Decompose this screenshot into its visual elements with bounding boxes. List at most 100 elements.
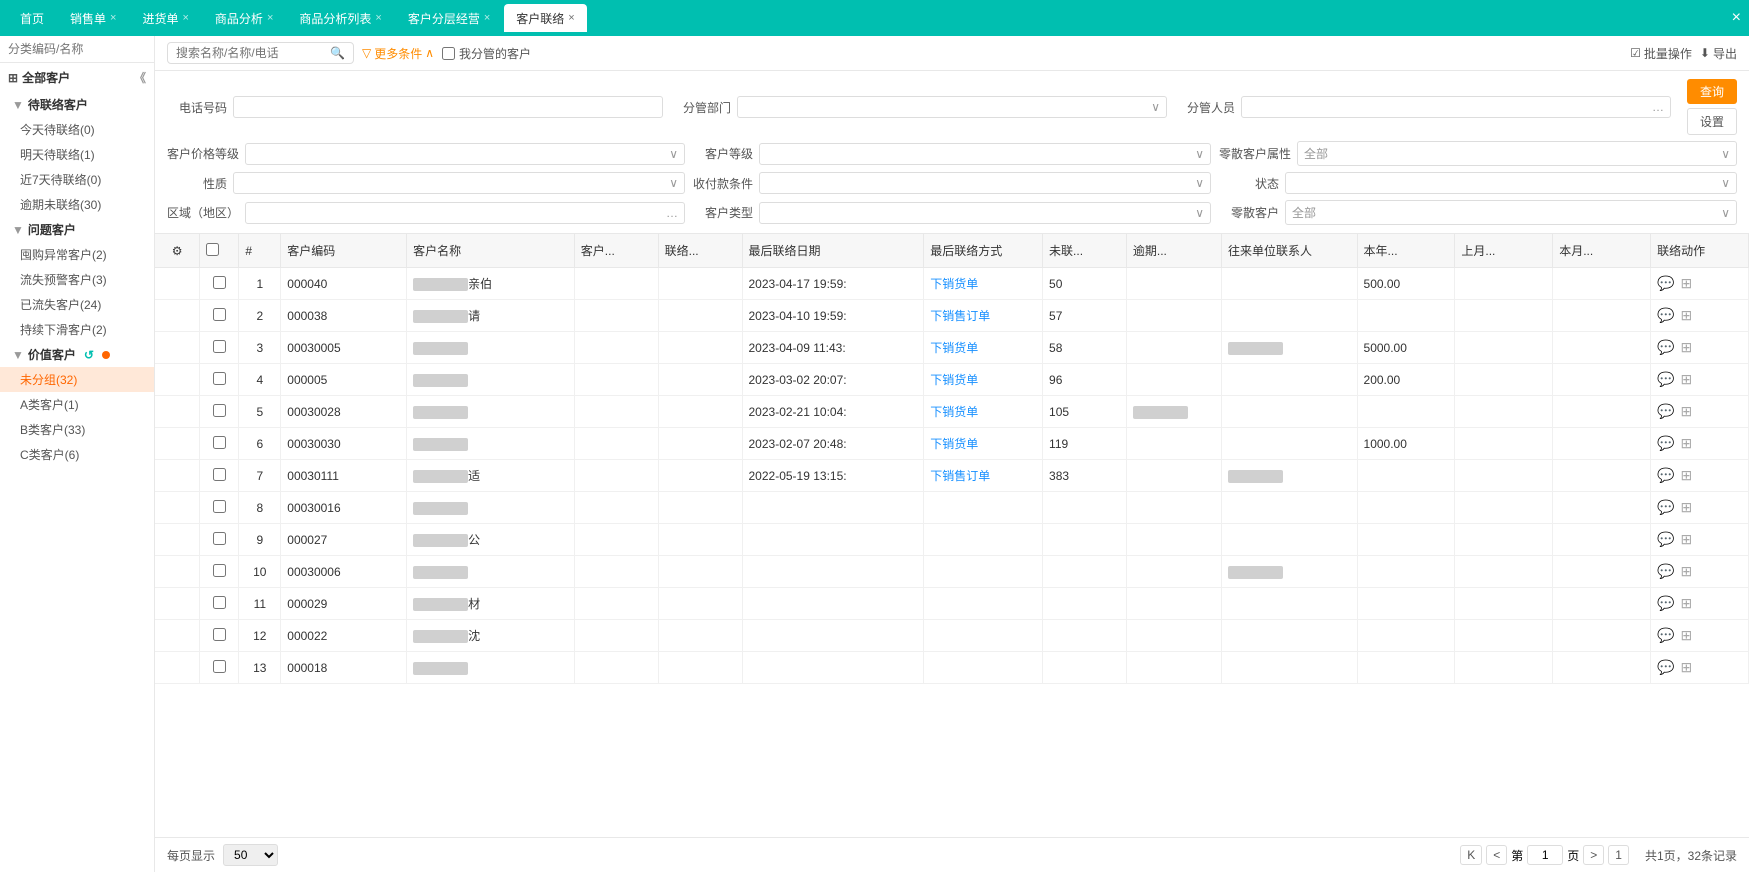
row-last-way[interactable]: [924, 492, 1043, 524]
sidebar-item-overdue[interactable]: 逾期未联络(30): [0, 192, 154, 217]
select-all-checkbox[interactable]: [206, 243, 219, 256]
grid-action-icon[interactable]: ⊞: [1681, 531, 1693, 548]
sidebar-item-declining[interactable]: 持续下滑客户(2): [0, 317, 154, 342]
sidebar-item-hoard-abnormal[interactable]: 囤购异常客户(2): [0, 242, 154, 267]
last-way-link[interactable]: 下销货单: [930, 405, 978, 419]
pending-group[interactable]: ▼ 待联络客户: [0, 92, 154, 117]
col-this-month[interactable]: 本月...: [1553, 234, 1651, 268]
tab-customer-layer[interactable]: 客户分层经营 ×: [396, 4, 502, 32]
chat-icon[interactable]: 💬: [1657, 659, 1674, 676]
last-way-link[interactable]: 下销售订单: [930, 469, 990, 483]
col-unlink[interactable]: 未联...: [1043, 234, 1127, 268]
sidebar-item-ungroup[interactable]: 未分组(32): [0, 367, 154, 392]
row-last-way[interactable]: [924, 620, 1043, 652]
col-code[interactable]: 客户编码: [281, 234, 407, 268]
row-select-checkbox[interactable]: [213, 404, 226, 417]
row-last-way[interactable]: 下销货单: [924, 428, 1043, 460]
zero-attr-select[interactable]: 全部 ∨: [1297, 141, 1737, 166]
grid-action-icon[interactable]: ⊞: [1681, 307, 1693, 324]
last-way-link[interactable]: 下销货单: [930, 277, 978, 291]
last-way-link[interactable]: 下销货单: [930, 437, 978, 451]
tab-product-analysis[interactable]: 商品分析 ×: [203, 4, 285, 32]
col-last-date[interactable]: 最后联络日期: [742, 234, 924, 268]
row-select-checkbox[interactable]: [213, 628, 226, 641]
more-conditions-btn[interactable]: ▽ 更多条件 ∧: [362, 45, 434, 62]
tab-purchase[interactable]: 进货单 ×: [130, 4, 200, 32]
last-way-link[interactable]: 下销货单: [930, 373, 978, 387]
cust-level-select[interactable]: ∨: [759, 143, 1211, 165]
row-select-checkbox[interactable]: [213, 468, 226, 481]
zero-cust-select[interactable]: 全部 ∨: [1285, 200, 1737, 225]
batch-ops-btn[interactable]: ☑ 批量操作: [1630, 45, 1692, 62]
grid-action-icon[interactable]: ⊞: [1681, 339, 1693, 356]
col-partner[interactable]: 往来单位联系人: [1221, 234, 1357, 268]
phone-input[interactable]: [233, 96, 663, 118]
chat-icon[interactable]: 💬: [1657, 499, 1674, 516]
gender-select[interactable]: ∨: [233, 172, 685, 194]
my-customers-checkbox[interactable]: [442, 47, 455, 60]
col-cust-type[interactable]: 客户...: [574, 234, 658, 268]
close-icon[interactable]: ×: [110, 12, 116, 24]
sidebar-item-7days[interactable]: 近7天待联络(0): [0, 167, 154, 192]
row-checkbox[interactable]: [200, 556, 239, 588]
row-checkbox[interactable]: [200, 268, 239, 300]
row-select-checkbox[interactable]: [213, 340, 226, 353]
row-last-way[interactable]: 下销售订单: [924, 460, 1043, 492]
person-input[interactable]: …: [1241, 96, 1671, 118]
grid-action-icon[interactable]: ⊞: [1681, 275, 1693, 292]
row-select-checkbox[interactable]: [213, 436, 226, 449]
chat-icon[interactable]: 💬: [1657, 595, 1674, 612]
col-name[interactable]: 客户名称: [407, 234, 575, 268]
grid-action-icon[interactable]: ⊞: [1681, 499, 1693, 516]
col-last-way[interactable]: 最后联络方式: [924, 234, 1043, 268]
close-icon[interactable]: ×: [568, 12, 574, 24]
row-last-way[interactable]: 下销货单: [924, 268, 1043, 300]
col-last-month[interactable]: 上月...: [1455, 234, 1553, 268]
row-last-way[interactable]: [924, 588, 1043, 620]
refresh-icon[interactable]: ↺: [84, 348, 94, 362]
chat-icon[interactable]: 💬: [1657, 435, 1674, 452]
row-checkbox[interactable]: [200, 428, 239, 460]
tab-home[interactable]: 首页: [8, 4, 56, 32]
col-overdue[interactable]: 逾期...: [1126, 234, 1221, 268]
export-btn[interactable]: ⬇ 导出: [1700, 45, 1737, 62]
sidebar-item-class-a[interactable]: A类客户(1): [0, 392, 154, 417]
close-window-icon[interactable]: ×: [1732, 9, 1741, 27]
chat-icon[interactable]: 💬: [1657, 339, 1674, 356]
row-select-checkbox[interactable]: [213, 564, 226, 577]
row-select-checkbox[interactable]: [213, 308, 226, 321]
row-last-way[interactable]: [924, 556, 1043, 588]
grid-action-icon[interactable]: ⊞: [1681, 563, 1693, 580]
problem-group[interactable]: ▼ 问题客户: [0, 217, 154, 242]
row-select-checkbox[interactable]: [213, 276, 226, 289]
dept-select[interactable]: ∨: [737, 96, 1167, 118]
sidebar-item-churned[interactable]: 已流失客户(24): [0, 292, 154, 317]
tab-sales[interactable]: 销售单 ×: [58, 4, 128, 32]
next-page-btn[interactable]: >: [1583, 845, 1604, 865]
page-size-select[interactable]: 50 20 100: [223, 844, 278, 866]
chat-icon[interactable]: 💬: [1657, 371, 1674, 388]
grid-action-icon[interactable]: ⊞: [1681, 435, 1693, 452]
close-icon[interactable]: ×: [484, 12, 490, 24]
row-checkbox[interactable]: [200, 620, 239, 652]
last-way-link[interactable]: 下销货单: [930, 341, 978, 355]
page-input[interactable]: [1527, 845, 1563, 865]
grid-action-icon[interactable]: ⊞: [1681, 627, 1693, 644]
row-select-checkbox[interactable]: [213, 532, 226, 545]
tab-customer-contact[interactable]: 客户联络 ×: [504, 4, 586, 32]
row-checkbox[interactable]: [200, 588, 239, 620]
close-icon[interactable]: ×: [182, 12, 188, 24]
row-select-checkbox[interactable]: [213, 372, 226, 385]
sidebar-item-class-c[interactable]: C类客户(6): [0, 442, 154, 467]
price-level-select[interactable]: ∨: [245, 143, 685, 165]
sidebar-item-tomorrow[interactable]: 明天待联络(1): [0, 142, 154, 167]
last-page-btn[interactable]: 1: [1608, 845, 1629, 865]
row-checkbox[interactable]: [200, 492, 239, 524]
search-input[interactable]: [176, 46, 326, 60]
value-group[interactable]: ▼ 价值客户 ↺: [0, 342, 154, 367]
chat-icon[interactable]: 💬: [1657, 307, 1674, 324]
tab-product-list[interactable]: 商品分析列表 ×: [287, 4, 393, 32]
close-icon[interactable]: ×: [375, 12, 381, 24]
row-last-way[interactable]: 下销货单: [924, 396, 1043, 428]
area-input[interactable]: …: [245, 202, 685, 224]
